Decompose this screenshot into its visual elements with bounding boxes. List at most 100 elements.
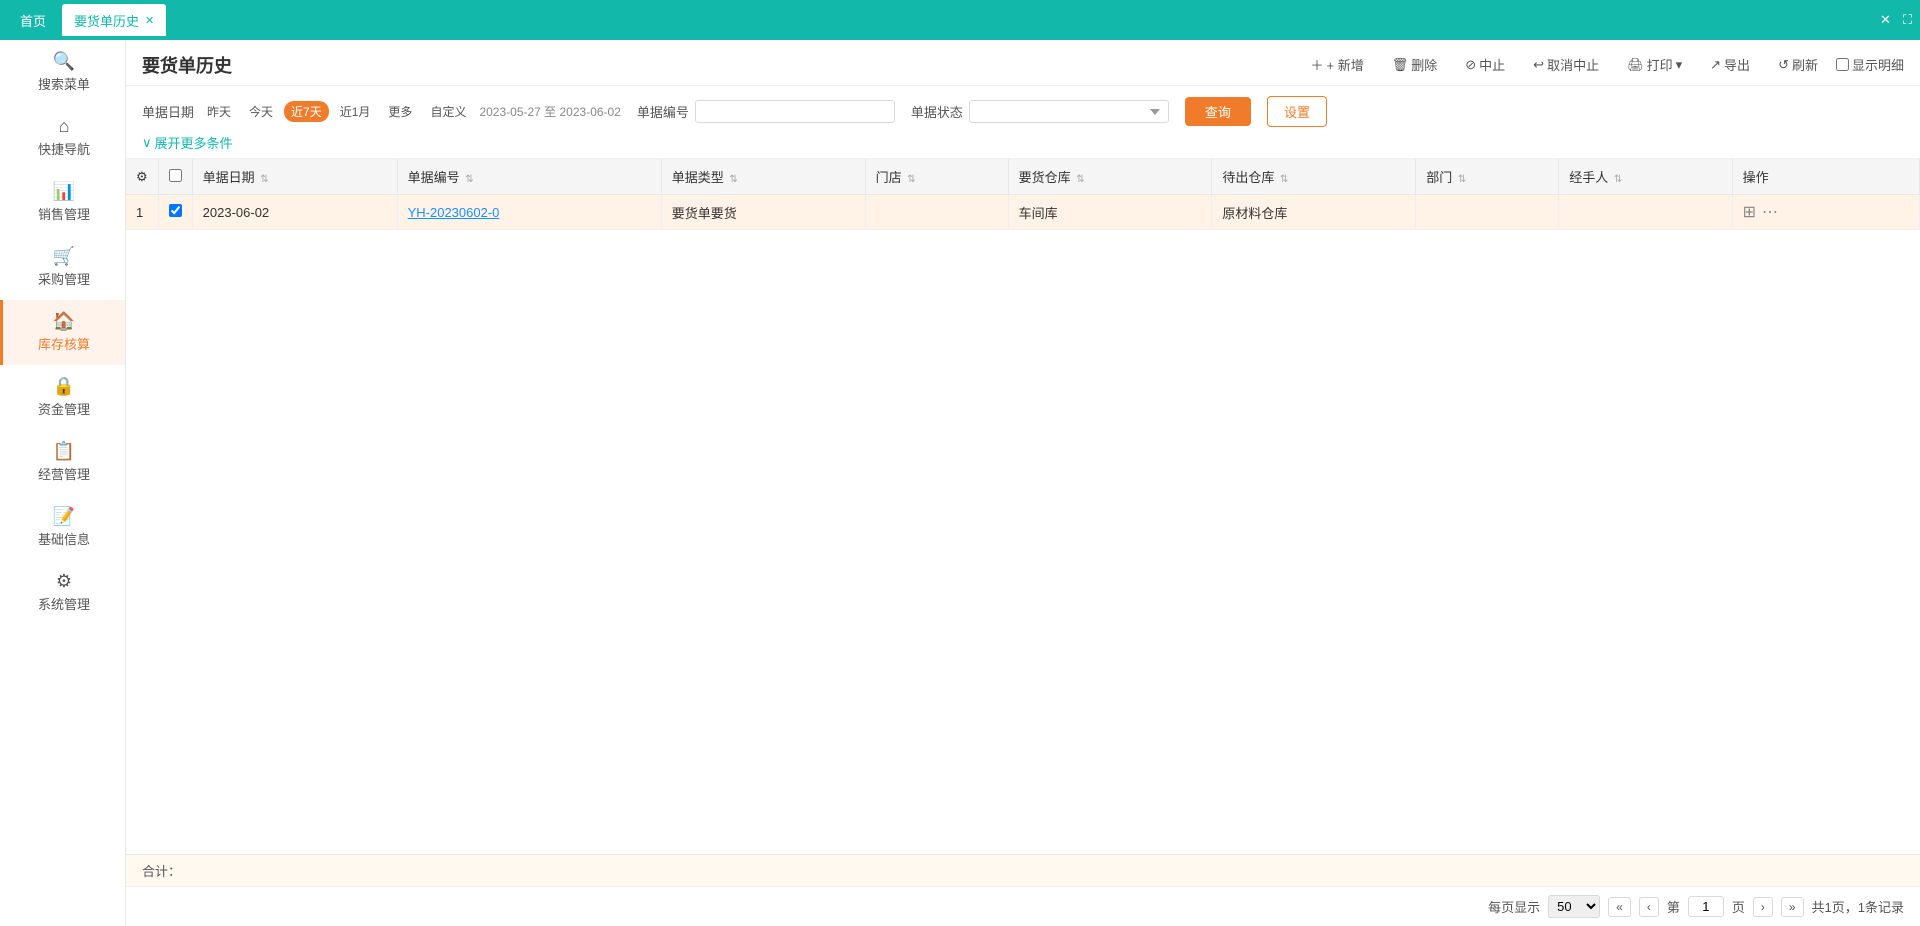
content-area: 要货单历史 ＋ + 新增 🗑 删除 ⊘ 中止 ↩ 取消中止 (126, 40, 1920, 926)
tab-home[interactable]: 首页 (8, 4, 58, 36)
status-filter-group: 单据状态 (911, 100, 1169, 123)
home-icon: ⌂ (59, 117, 70, 135)
pagination-bar: 每页显示 50 10 20 100 « ‹ 第 页 › » 共1页，1条记录 (126, 886, 1920, 926)
th-date: 单据日期 ⇅ (192, 159, 397, 195)
td-operation: ⊞ ⋯ (1732, 195, 1919, 230)
print-button[interactable]: 🖨 打印 ▾ (1617, 50, 1692, 79)
status-select[interactable] (969, 100, 1169, 123)
sidebar: 🔍 搜索菜单 ⌂ 快捷导航 📊 销售管理 🛒 采购管理 🏠 库存核算 🔒 资金管… (0, 40, 126, 926)
sort-type-icon[interactable]: ⇅ (729, 174, 737, 185)
per-page-label: 每页显示 (1488, 897, 1540, 916)
page-first-button[interactable]: « (1608, 897, 1631, 917)
display-detail-toggle[interactable]: 显示明细 (1836, 55, 1904, 74)
td-handler (1559, 195, 1732, 230)
delete-button[interactable]: 🗑 删除 (1382, 50, 1448, 79)
date-option-week7[interactable]: 近7天 (284, 101, 329, 122)
date-option-yesterday[interactable]: 昨天 (200, 101, 238, 122)
row-edit-icon[interactable]: ⊞ (1743, 202, 1756, 222)
stop-button[interactable]: ⊘ 中止 (1455, 50, 1515, 79)
new-button[interactable]: ＋ + 新增 (1300, 50, 1373, 79)
page-header: 要货单历史 ＋ + 新增 🗑 删除 ⊘ 中止 ↩ 取消中止 (126, 40, 1920, 86)
th-settings[interactable]: ⚙ (126, 159, 158, 195)
base-icon: 📝 (53, 507, 75, 525)
operation-buttons: ⊞ ⋯ (1743, 202, 1909, 222)
table-area: ⚙ 单据日期 ⇅ 单据编号 ⇅ 单据类型 (126, 159, 1920, 854)
sales-icon: 📊 (53, 182, 75, 200)
export-icon: ↗ (1710, 57, 1721, 73)
chevron-down-icon: ∨ (142, 135, 152, 151)
operation-icon: 📋 (53, 442, 75, 460)
sidebar-item-finance[interactable]: 🔒 资金管理 (0, 365, 125, 430)
td-number[interactable]: YH-20230602-0 (397, 195, 661, 230)
filter-area: 单据日期 昨天 今天 近7天 近1月 更多 自定义 2023-05-27 至 2… (126, 86, 1920, 159)
sort-store-icon[interactable]: ⇅ (907, 174, 915, 185)
main-layout: 🔍 搜索菜单 ⌂ 快捷导航 📊 销售管理 🛒 采购管理 🏠 库存核算 🔒 资金管… (0, 40, 1920, 926)
sort-to-warehouse-icon[interactable]: ⇅ (1280, 174, 1288, 185)
window-maximize-icon[interactable]: ⛶ (1903, 12, 1912, 28)
sort-department-icon[interactable]: ⇅ (1458, 174, 1466, 185)
print-icon: 🖨 (1627, 57, 1644, 73)
row-more-icon[interactable]: ⋯ (1762, 202, 1778, 222)
refresh-button[interactable]: ↺ 刷新 (1768, 50, 1828, 79)
row-checkbox[interactable] (169, 204, 182, 217)
th-operation: 操作 (1732, 159, 1919, 195)
date-option-custom[interactable]: 自定义 (423, 101, 473, 122)
td-department (1416, 195, 1559, 230)
date-option-more[interactable]: 更多 (381, 101, 419, 122)
td-to-warehouse: 原材料仓库 (1212, 195, 1416, 230)
window-close-icon[interactable]: ✕ (1880, 12, 1891, 28)
cancel-stop-icon: ↩ (1533, 57, 1544, 73)
table-footer: 合计： (126, 854, 1920, 886)
per-page-select[interactable]: 50 10 20 100 (1548, 895, 1600, 918)
doc-number-filter-group: 单据编号 (637, 100, 895, 123)
tab-history[interactable]: 要货单历史 ✕ (62, 4, 166, 36)
display-detail-checkbox[interactable] (1836, 58, 1849, 71)
sidebar-item-purchase[interactable]: 🛒 采购管理 (0, 235, 125, 300)
sidebar-item-base[interactable]: 📝 基础信息 (0, 495, 125, 560)
doc-number-input[interactable] (695, 100, 895, 123)
print-dropdown-icon: ▾ (1676, 57, 1683, 73)
doc-number-label: 单据编号 (637, 102, 689, 121)
sort-date-icon[interactable]: ⇅ (260, 174, 268, 185)
date-filter-group: 单据日期 昨天 今天 近7天 近1月 更多 自定义 2023-05-27 至 2… (142, 101, 621, 122)
search-icon: 🔍 (53, 52, 75, 70)
page-next-button[interactable]: › (1753, 897, 1773, 917)
sidebar-item-operation[interactable]: 📋 经营管理 (0, 430, 125, 495)
page-title: 要货单历史 (142, 52, 232, 78)
sort-number-icon[interactable]: ⇅ (465, 174, 473, 185)
tab-close-icon[interactable]: ✕ (145, 14, 154, 27)
sort-handler-icon[interactable]: ⇅ (1614, 174, 1622, 185)
tab-bar: 首页 要货单历史 ✕ (8, 4, 1880, 36)
sidebar-item-quicknav[interactable]: ⌂ 快捷导航 (0, 105, 125, 170)
sidebar-item-sales[interactable]: 📊 销售管理 (0, 170, 125, 235)
select-all-checkbox[interactable] (169, 169, 182, 182)
purchase-icon: 🛒 (53, 247, 75, 265)
date-option-today[interactable]: 今天 (242, 101, 280, 122)
sidebar-item-search[interactable]: 🔍 搜索菜单 (0, 40, 125, 105)
cancel-stop-button[interactable]: ↩ 取消中止 (1523, 50, 1609, 79)
th-department: 部门 ⇅ (1416, 159, 1559, 195)
pagination-info: 共1页，1条记录 (1812, 897, 1904, 916)
stop-icon: ⊘ (1465, 57, 1476, 73)
sidebar-item-inventory[interactable]: 🏠 库存核算 (0, 300, 125, 365)
doc-number-link[interactable]: YH-20230602-0 (408, 205, 500, 220)
data-table: ⚙ 单据日期 ⇅ 单据编号 ⇅ 单据类型 (126, 159, 1920, 230)
td-from-warehouse: 车间库 (1008, 195, 1212, 230)
toolbar: ＋ + 新增 🗑 删除 ⊘ 中止 ↩ 取消中止 🖨 打印 (1300, 50, 1904, 79)
expand-more-btn[interactable]: ∨ 展开更多条件 (142, 133, 1904, 152)
th-type: 单据类型 ⇅ (661, 159, 865, 195)
date-option-month1[interactable]: 近1月 (333, 101, 378, 122)
status-label: 单据状态 (911, 102, 963, 121)
sort-from-warehouse-icon[interactable]: ⇅ (1076, 174, 1084, 185)
settings-button[interactable]: 设置 (1267, 96, 1327, 127)
page-last-button[interactable]: » (1781, 897, 1804, 917)
sidebar-item-system[interactable]: ⚙ 系统管理 (0, 560, 125, 625)
page-number-input[interactable] (1688, 896, 1724, 917)
td-seq: 1 (126, 195, 158, 230)
th-from-warehouse: 要货仓库 ⇅ (1008, 159, 1212, 195)
page-prev-button[interactable]: ‹ (1639, 897, 1659, 917)
inventory-icon: 🏠 (53, 312, 75, 330)
query-button[interactable]: 查询 (1185, 97, 1251, 126)
export-button[interactable]: ↗ 导出 (1700, 50, 1760, 79)
th-store: 门店 ⇅ (865, 159, 1008, 195)
